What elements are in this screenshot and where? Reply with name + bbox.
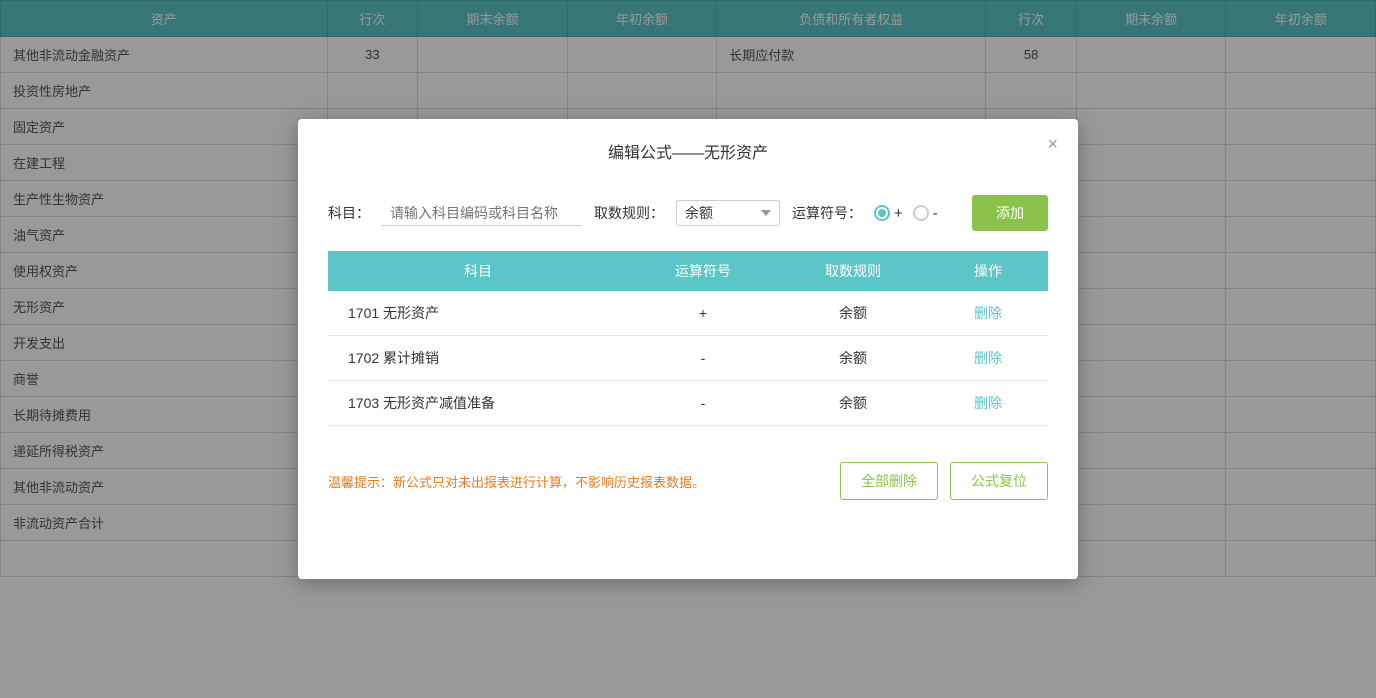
add-button[interactable]: 添加	[972, 195, 1048, 231]
rule-cell: 余额	[778, 381, 928, 426]
subject-cell: 1701 无形资产	[328, 291, 628, 336]
rule-cell: 余额	[778, 291, 928, 336]
action-cell: 删除	[928, 291, 1048, 336]
rule-select[interactable]: 余额 借方 贷方 借方发生额 贷方发生额	[676, 200, 780, 226]
delete-row-button[interactable]: 删除	[974, 303, 1002, 323]
formula-table: 科目 运算符号 取数规则 操作 1701 无形资产+余额删除1702 累计摊销-…	[328, 251, 1048, 426]
operator-minus-radio[interactable]: -	[913, 205, 938, 222]
operator-plus-label: +	[894, 205, 903, 222]
col-rule: 取数规则	[778, 251, 928, 291]
rule-cell: 余额	[778, 336, 928, 381]
subject-cell: 1703 无形资产减值准备	[328, 381, 628, 426]
operator-minus-label: -	[933, 205, 938, 222]
operator-cell: -	[628, 336, 778, 381]
subject-input[interactable]	[382, 201, 582, 226]
modal-footer: 温馨提示：新公式只对未出报表进行计算，不影响历史报表数据。 全部删除 公式复位	[298, 446, 1078, 520]
edit-formula-modal: 编辑公式——无形资产 × 科目： 取数规则： 余额 借方 贷方 借方发生额 贷方…	[298, 119, 1078, 579]
radio-circle-plus	[874, 205, 890, 221]
table-header-row: 科目 运算符号 取数规则 操作	[328, 251, 1048, 291]
form-row: 科目： 取数规则： 余额 借方 贷方 借方发生额 贷方发生额 运算符号：	[328, 195, 1048, 231]
delete-row-button[interactable]: 删除	[974, 393, 1002, 413]
footer-buttons: 全部删除 公式复位	[840, 462, 1048, 500]
col-subject: 科目	[328, 251, 628, 291]
operator-radio-group: + -	[874, 205, 938, 222]
table-row: 1701 无形资产+余额 删除	[328, 291, 1048, 336]
modal-header: 编辑公式——无形资产 ×	[298, 119, 1078, 179]
table-row: 1703 无形资产减值准备-余额 删除	[328, 381, 1048, 426]
rule-label: 取数规则：	[594, 203, 664, 223]
modal-close-button[interactable]: ×	[1047, 135, 1058, 153]
operator-cell: -	[628, 381, 778, 426]
modal-title: 编辑公式——无形资产	[608, 145, 768, 162]
delete-all-button[interactable]: 全部删除	[840, 462, 938, 500]
hint-text: 温馨提示：新公式只对未出报表进行计算，不影响历史报表数据。	[328, 472, 705, 491]
reset-button[interactable]: 公式复位	[950, 462, 1048, 500]
action-cell: 删除	[928, 381, 1048, 426]
modal-body: 科目： 取数规则： 余额 借方 贷方 借方发生额 贷方发生额 运算符号：	[298, 179, 1078, 446]
col-action: 操作	[928, 251, 1048, 291]
action-cell: 删除	[928, 336, 1048, 381]
operator-cell: +	[628, 291, 778, 336]
rule-select-wrap: 余额 借方 贷方 借方发生额 贷方发生额	[676, 200, 780, 226]
subject-label: 科目：	[328, 203, 370, 223]
subject-cell: 1702 累计摊销	[328, 336, 628, 381]
operator-plus-radio[interactable]: +	[874, 205, 903, 222]
modal-overlay: 编辑公式——无形资产 × 科目： 取数规则： 余额 借方 贷方 借方发生额 贷方…	[0, 0, 1376, 698]
delete-row-button[interactable]: 删除	[974, 348, 1002, 368]
radio-circle-minus	[913, 205, 929, 221]
col-operator: 运算符号	[628, 251, 778, 291]
operator-label: 运算符号：	[792, 203, 862, 223]
table-row: 1702 累计摊销-余额 删除	[328, 336, 1048, 381]
